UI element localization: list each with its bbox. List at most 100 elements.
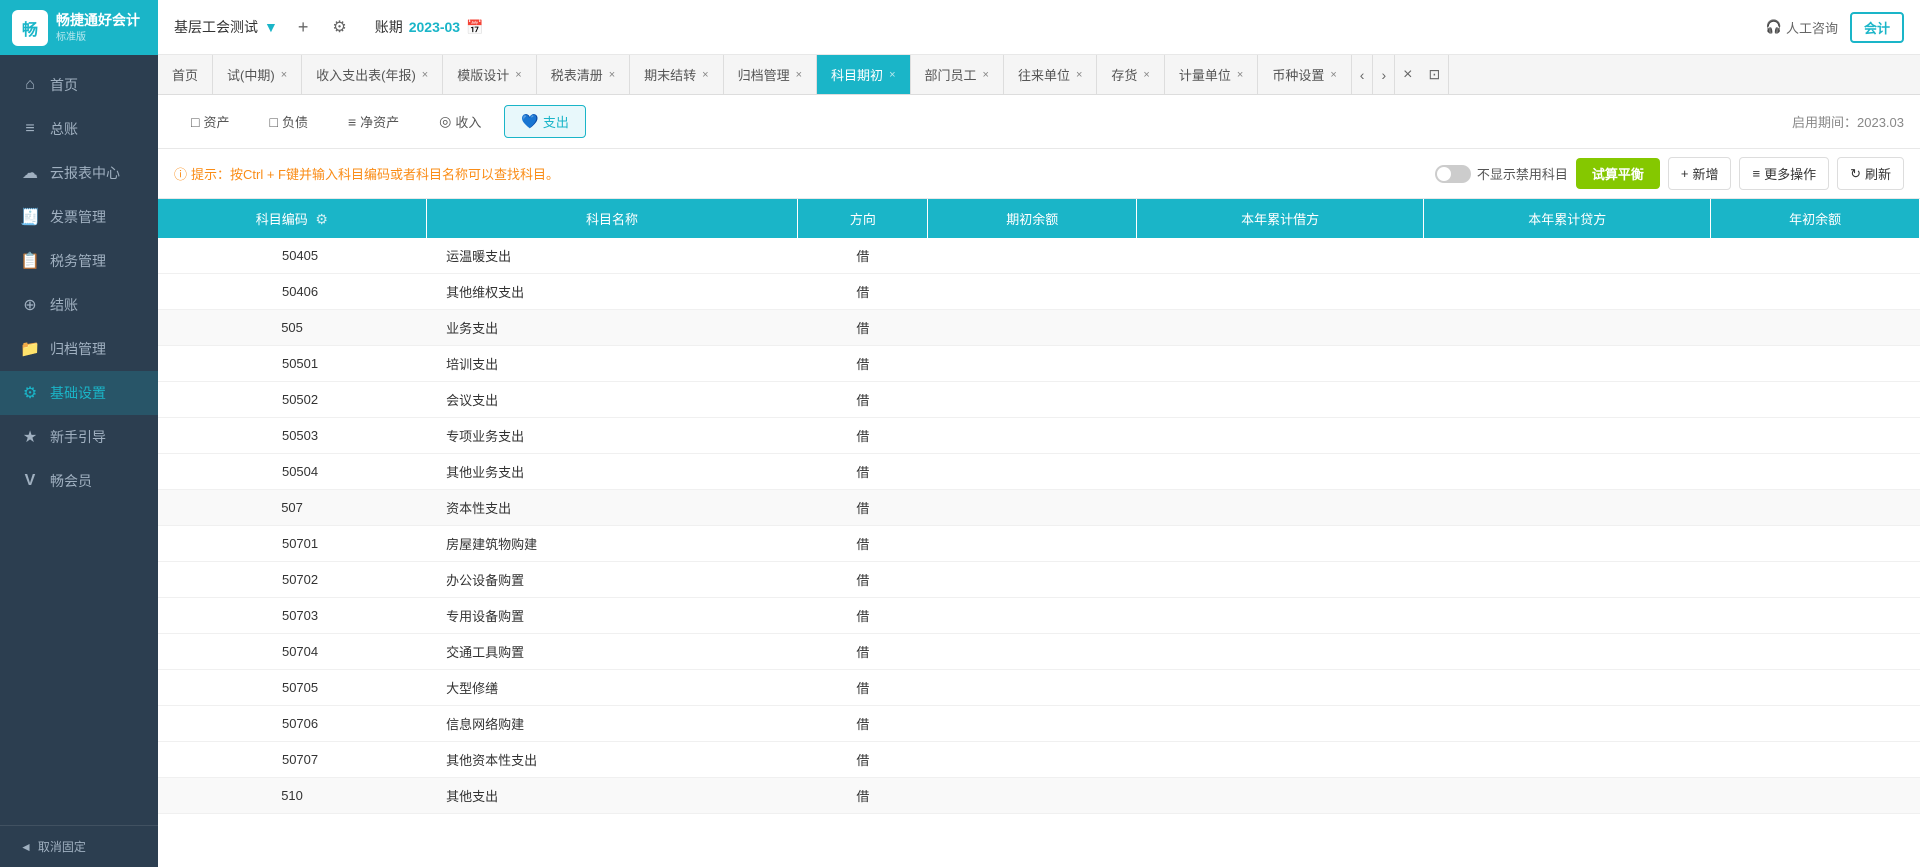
tab-unit[interactable]: 计量单位 × <box>1165 55 1258 95</box>
more-icon: ≡ <box>1752 166 1760 181</box>
cell-name: 业务支出 <box>426 310 798 346</box>
table-row[interactable]: 50503 专项业务支出 借 <box>158 418 1920 454</box>
subtab-liability[interactable]: □ 负债 <box>252 105 324 138</box>
support-btn[interactable]: 🎧 人工咨询 <box>1766 18 1838 37</box>
table-row[interactable]: 50406 其他维权支出 借 <box>158 274 1920 310</box>
more-btn[interactable]: ≡ 更多操作 <box>1739 157 1829 190</box>
cell-opening <box>928 598 1137 634</box>
sidebar-collapse-btn[interactable]: ◄ 取消固定 <box>0 825 158 867</box>
sidebar-item-member[interactable]: V 畅会员 <box>0 459 158 503</box>
col-settings-icon[interactable]: ⚙ <box>315 211 328 227</box>
sidebar-item-label: 结账 <box>50 295 78 315</box>
table-row[interactable]: 50706 信息网络购建 借 <box>158 706 1920 742</box>
tab-label: 试(中期) <box>227 65 275 84</box>
tabbar: 首页 试(中期) × 收入支出表(年报) × 模版设计 × 税表清册 × 期末结… <box>158 55 1920 95</box>
cell-code: 510 <box>158 778 426 814</box>
user-role-btn[interactable]: 会计 <box>1850 12 1904 43</box>
table-row[interactable]: 50703 专用设备购置 借 <box>158 598 1920 634</box>
refresh-btn[interactable]: ↻ 刷新 <box>1837 157 1904 190</box>
tab-close-all-btn[interactable]: × <box>1395 55 1420 95</box>
subtab-net-asset[interactable]: ≡ 净资产 <box>331 105 416 138</box>
tab-period-end[interactable]: 期末结转 × <box>630 55 723 95</box>
tab-archive[interactable]: 归档管理 × <box>724 55 817 95</box>
table-row[interactable]: 505 业务支出 借 <box>158 310 1920 346</box>
project-selector[interactable]: 基层工会测试 ▼ <box>174 17 278 37</box>
tab-close-btn[interactable]: × <box>1237 69 1243 81</box>
cell-ytd-credit <box>1424 706 1711 742</box>
table-row[interactable]: 50702 办公设备购置 借 <box>158 562 1920 598</box>
subtab-income[interactable]: ◎ 收入 <box>422 105 498 138</box>
sidebar-item-home[interactable]: ⌂ 首页 <box>0 63 158 107</box>
add-project-btn[interactable]: + <box>290 13 317 42</box>
tab-close-btn[interactable]: × <box>1076 69 1082 81</box>
sidebar-item-close[interactable]: ⊕ 结账 <box>0 283 158 327</box>
subtab-label: 收入 <box>455 112 481 131</box>
tab-subject-init[interactable]: 科目期初 × <box>817 55 910 95</box>
subtab-asset[interactable]: □ 资产 <box>174 105 246 138</box>
table-row[interactable]: 510 其他支出 借 <box>158 778 1920 814</box>
balance-btn[interactable]: 试算平衡 <box>1576 158 1660 189</box>
close-period-icon: ⊕ <box>20 295 40 315</box>
cell-direction: 借 <box>798 346 928 382</box>
cell-direction: 借 <box>798 742 928 778</box>
tab-close-btn[interactable]: × <box>1143 69 1149 81</box>
tab-dept[interactable]: 部门员工 × <box>911 55 1004 95</box>
table-row[interactable]: 50504 其他业务支出 借 <box>158 454 1920 490</box>
tab-trial[interactable]: 试(中期) × <box>213 55 302 95</box>
tab-close-btn[interactable]: × <box>609 69 615 81</box>
tab-close-btn[interactable]: × <box>1330 69 1336 81</box>
cell-opening <box>928 454 1137 490</box>
tab-currency[interactable]: 币种设置 × <box>1258 55 1351 95</box>
cell-opening <box>928 346 1137 382</box>
tab-prev-btn[interactable]: ‹ <box>1352 55 1374 95</box>
table-row[interactable]: 50704 交通工具购置 借 <box>158 634 1920 670</box>
cell-opening <box>928 490 1137 526</box>
logo-icon: 畅 <box>12 10 48 46</box>
cell-annual-balance <box>1711 454 1920 490</box>
cell-ytd-credit <box>1424 454 1711 490</box>
tab-close-btn[interactable]: × <box>983 69 989 81</box>
tab-taxclear[interactable]: 税表清册 × <box>537 55 630 95</box>
sidebar-item-report[interactable]: ☁ 云报表中心 <box>0 151 158 195</box>
sidebar-item-ledger[interactable]: ≡ 总账 <box>0 107 158 151</box>
tab-income[interactable]: 收入支出表(年报) × <box>302 55 443 95</box>
sidebar-item-label: 总账 <box>50 119 78 139</box>
tab-next-btn[interactable]: › <box>1373 55 1395 95</box>
sidebar-item-archive[interactable]: 📁 归档管理 <box>0 327 158 371</box>
table-row[interactable]: 50701 房屋建筑物购建 借 <box>158 526 1920 562</box>
cell-opening <box>928 382 1137 418</box>
tab-close-btn[interactable]: × <box>796 69 802 81</box>
cell-ytd-debit <box>1137 418 1424 454</box>
period-selector[interactable]: 账期 2023-03 📅 <box>375 17 484 37</box>
tab-home[interactable]: 首页 <box>158 55 213 95</box>
tab-supplier[interactable]: 往来单位 × <box>1004 55 1097 95</box>
tab-close-btn[interactable]: × <box>515 69 521 81</box>
cell-annual-balance <box>1711 598 1920 634</box>
tab-expand-btn[interactable]: ⊡ <box>1420 55 1449 95</box>
cell-direction: 借 <box>798 274 928 310</box>
home-icon: ⌂ <box>20 76 40 94</box>
table-row[interactable]: 50707 其他资本性支出 借 <box>158 742 1920 778</box>
table-row[interactable]: 50501 培训支出 借 <box>158 346 1920 382</box>
tab-close-btn[interactable]: × <box>422 69 428 81</box>
subtab-expenditure[interactable]: 💙 支出 <box>504 105 585 138</box>
add-btn[interactable]: + 新增 <box>1668 157 1732 190</box>
table-row[interactable]: 507 资本性支出 借 <box>158 490 1920 526</box>
tab-inventory[interactable]: 存货 × <box>1097 55 1164 95</box>
sidebar-item-guide[interactable]: ★ 新手引导 <box>0 415 158 459</box>
sidebar-item-invoice[interactable]: 🧾 发票管理 <box>0 195 158 239</box>
cell-direction: 借 <box>798 418 928 454</box>
settings-btn[interactable]: ⚙ <box>324 13 354 41</box>
show-disabled-toggle[interactable] <box>1435 165 1471 183</box>
tab-template[interactable]: 模版设计 × <box>443 55 536 95</box>
table-row[interactable]: 50502 会议支出 借 <box>158 382 1920 418</box>
table-row[interactable]: 50405 运温暖支出 借 <box>158 238 1920 274</box>
tab-close-btn[interactable]: × <box>889 69 895 81</box>
tab-close-btn[interactable]: × <box>702 69 708 81</box>
sidebar-item-tax[interactable]: 📋 税务管理 <box>0 239 158 283</box>
cell-ytd-debit <box>1137 778 1424 814</box>
table-row[interactable]: 50705 大型修缮 借 <box>158 670 1920 706</box>
sidebar-item-settings[interactable]: ⚙ 基础设置 <box>0 371 158 415</box>
toolbar-right: 不显示禁用科目 试算平衡 + 新增 ≡ 更多操作 ↻ 刷新 <box>1435 157 1904 190</box>
tab-close-btn[interactable]: × <box>281 69 287 81</box>
